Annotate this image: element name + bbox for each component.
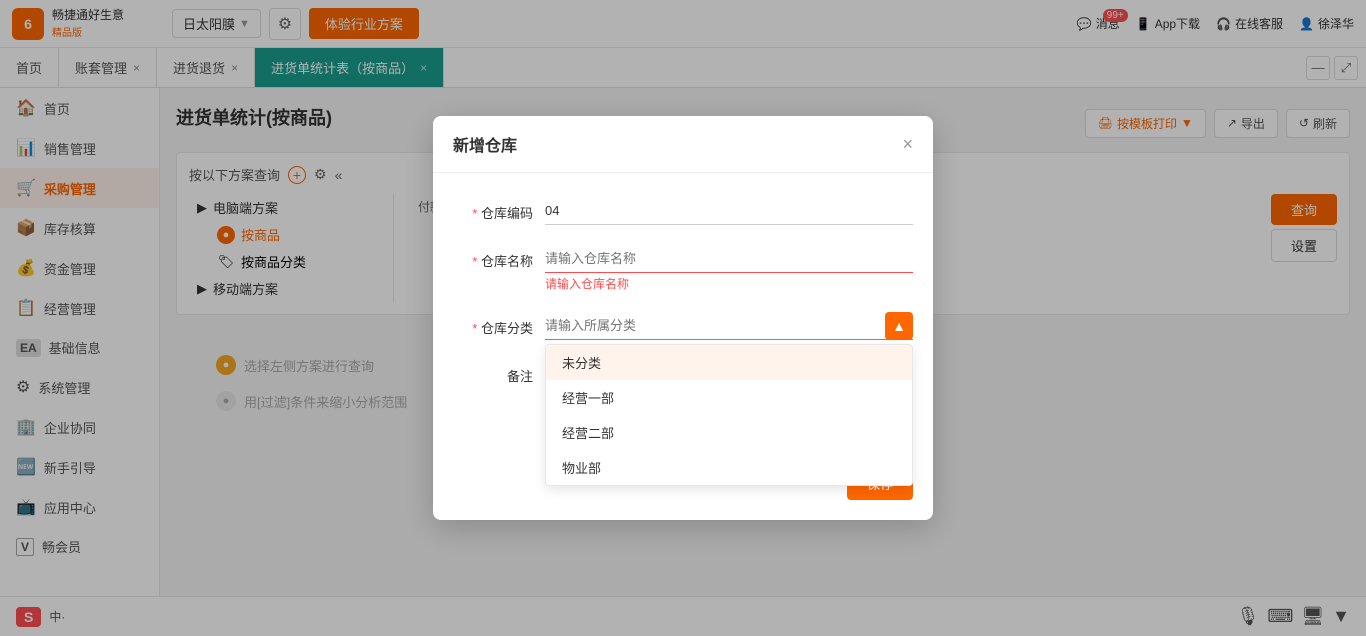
modal-title: 新增仓库 [453,132,517,156]
note-label: 备注 [453,360,533,385]
category-label: * 仓库分类 [453,312,533,337]
modal-body: * 仓库编码 * 仓库名称 请输入仓库名称 [433,173,933,467]
category-option-dept1[interactable]: 经营一部 [546,380,912,415]
name-input[interactable] [545,245,913,273]
modal-header: 新增仓库 × [433,116,933,173]
category-input[interactable] [545,312,913,340]
category-select-wrap: ▲ 未分类 经营一部 经营二部 物业部 [545,312,913,340]
category-option-unclassified[interactable]: 未分类 [546,345,912,380]
modal-close-button[interactable]: × [902,135,913,153]
code-field-row: * 仓库编码 [453,197,913,225]
name-label: * 仓库名称 [453,245,533,270]
code-input-wrap [545,197,913,225]
category-option-dept2[interactable]: 经营二部 [546,415,912,450]
category-option-dept3[interactable]: 物业部 [546,450,912,485]
name-input-wrap: 请输入仓库名称 [545,245,913,292]
code-label: * 仓库编码 [453,197,533,222]
code-input[interactable] [545,197,913,225]
category-field-row: * 仓库分类 ▲ 未分类 经营一部 经营二部 物业部 [453,312,913,340]
category-dropdown: 未分类 经营一部 经营二部 物业部 [545,344,913,486]
modal: 新增仓库 × * 仓库编码 * 仓库名称 [433,116,933,520]
category-dropdown-toggle[interactable]: ▲ [885,312,913,340]
name-error-msg: 请输入仓库名称 [545,275,913,292]
name-field-row: * 仓库名称 请输入仓库名称 [453,245,913,292]
modal-overlay[interactable]: 新增仓库 × * 仓库编码 * 仓库名称 [0,0,1366,636]
